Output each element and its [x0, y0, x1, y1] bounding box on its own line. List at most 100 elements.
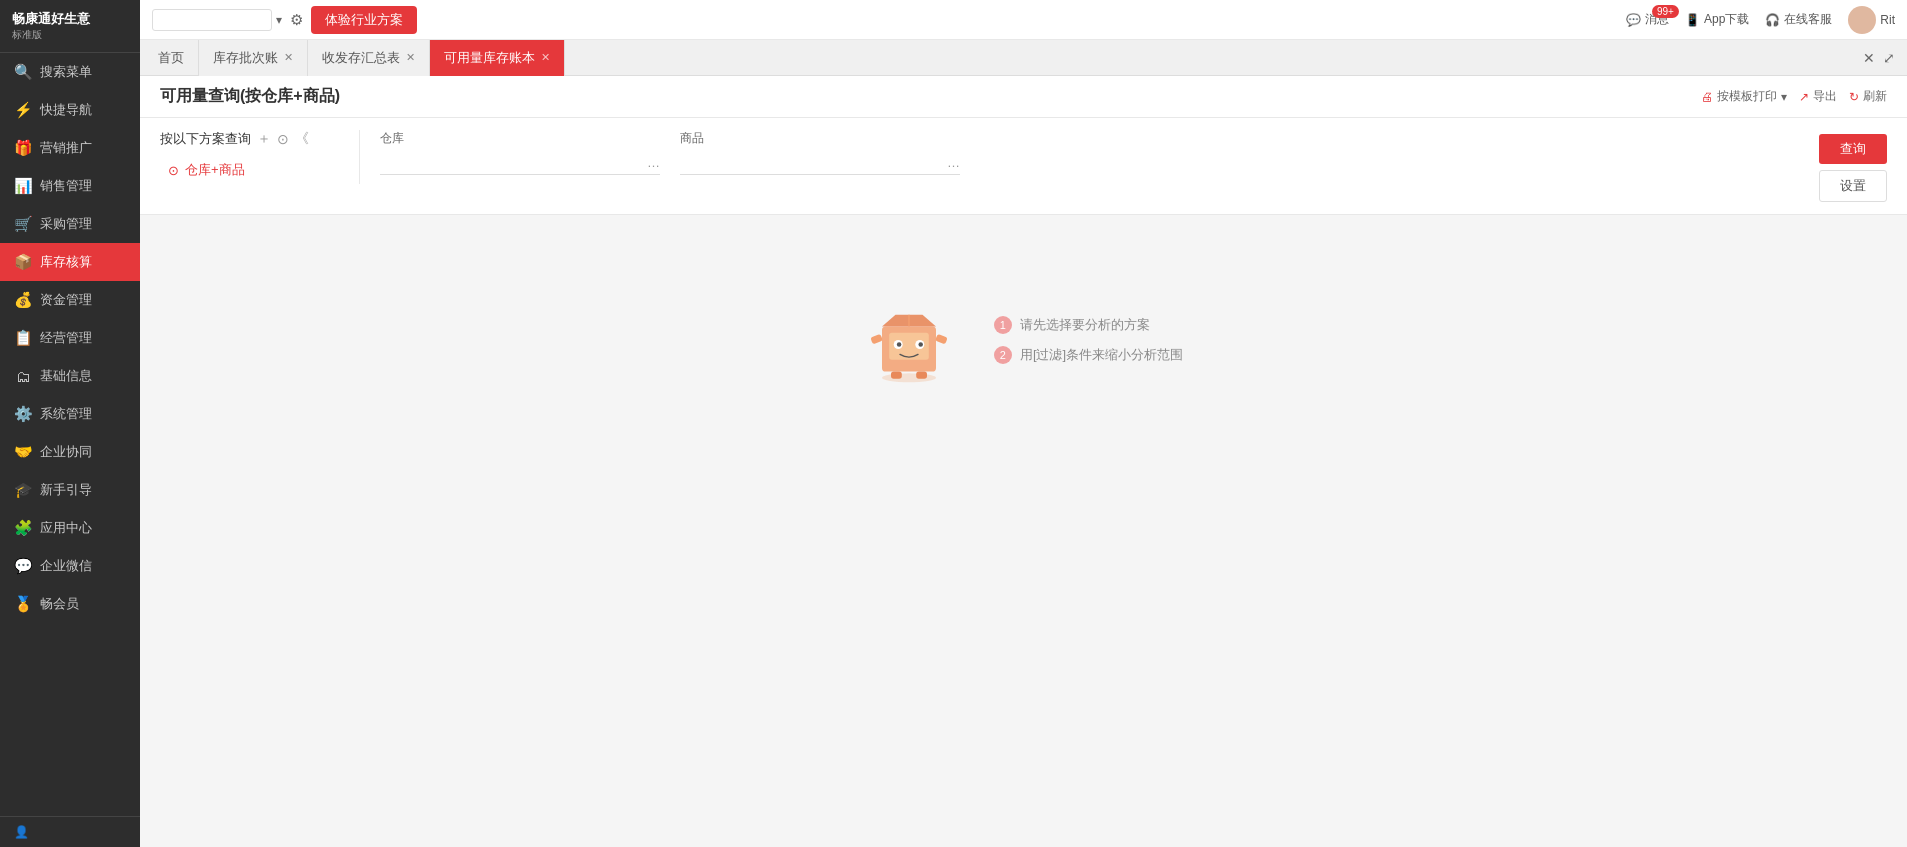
- refresh-action[interactable]: ↻ 刷新: [1849, 88, 1887, 105]
- topbar-search-input[interactable]: [152, 9, 272, 31]
- product-input-wrapper: …: [680, 151, 960, 175]
- warehouse-more-icon[interactable]: …: [647, 155, 660, 170]
- empty-state-row: 1 请先选择要分析的方案 2 用[过滤]条件来缩小分析范围: [864, 295, 1183, 385]
- sidebar-scroll: 🔍 搜索菜单 ⚡快捷导航🎁营销推广📊销售管理🛒采购管理📦库存核算 💰 资金管理 📋经营管理…: [0, 53, 140, 816]
- brand-name: 畅康通好生意: [12, 10, 128, 28]
- svg-point-6: [918, 342, 923, 347]
- app-download-icon: 📱: [1685, 13, 1700, 27]
- print-dropdown-icon[interactable]: ▾: [1781, 90, 1787, 104]
- topbar: ▾ ⚙ 体验行业方案 💬 消息 99+ 📱 App下载 🎧 在线客服 Rit: [140, 0, 1907, 40]
- main-area: ▾ ⚙ 体验行业方案 💬 消息 99+ 📱 App下载 🎧 在线客服 Rit: [140, 0, 1907, 847]
- sidebar-item-finance[interactable]: 💰 资金管理: [0, 281, 140, 319]
- sidebar-item-inventory[interactable]: 📦库存核算: [0, 243, 140, 281]
- sidebar-item-system[interactable]: ⚙️系统管理: [0, 395, 140, 433]
- tab-home[interactable]: 首页: [144, 40, 199, 76]
- sidebar-item-apps[interactable]: 🧩应用中心: [0, 509, 140, 547]
- scheme-warehouse-product[interactable]: ⊙ 仓库+商品: [160, 156, 347, 184]
- page-header-actions: 🖨 按模板打印 ▾ ↗ 导出 ↻ 刷新: [1701, 88, 1887, 105]
- brand-sub: 标准版: [12, 28, 128, 42]
- sidebar-item-marketing[interactable]: 🎁营销推广: [0, 129, 140, 167]
- svg-rect-11: [935, 334, 948, 344]
- scheme-label-text: 仓库+商品: [185, 161, 245, 179]
- tab-receipt-summary-label: 收发存汇总表: [322, 49, 400, 67]
- tab-available-ledger-close[interactable]: ✕: [541, 51, 550, 64]
- print-action[interactable]: 🖨 按模板打印 ▾: [1701, 88, 1787, 105]
- sidebar-item-newbie[interactable]: 🎓新手引导: [0, 471, 140, 509]
- settings-gear-icon[interactable]: ⚙: [290, 11, 303, 29]
- headset-icon: 🎧: [1765, 13, 1780, 27]
- collapse-scheme-icon[interactable]: 《: [295, 130, 309, 148]
- tab-available-ledger[interactable]: 可用量库存账本 ✕: [430, 40, 565, 76]
- filter-actions: 查询 设置: [1819, 130, 1887, 202]
- tab-batch-ledger[interactable]: 库存批次账 ✕: [199, 40, 308, 76]
- warehouse-label: 仓库: [380, 130, 660, 147]
- home-label: 首页: [158, 49, 184, 67]
- username-text: Rit: [1880, 13, 1895, 27]
- sidebar-item-label: 搜索菜单: [40, 63, 92, 81]
- sidebar-item-sales[interactable]: 📊销售管理: [0, 167, 140, 205]
- print-label: 按模板打印: [1717, 88, 1777, 105]
- setting-button[interactable]: 设置: [1819, 170, 1887, 202]
- settings-scheme-icon[interactable]: ⊙: [277, 131, 289, 147]
- topbar-dropdown-icon[interactable]: ▾: [276, 13, 282, 27]
- sidebar-item-label: 系统管理: [40, 405, 92, 423]
- tip-text-2: 用[过滤]条件来缩小分析范围: [1020, 346, 1183, 364]
- export-icon: ↗: [1799, 90, 1809, 104]
- product-label: 商品: [680, 130, 960, 147]
- newbie-icon: 🎓: [14, 481, 32, 499]
- sidebar-item-search[interactable]: 🔍 搜索菜单: [0, 53, 140, 91]
- message-item[interactable]: 💬 消息 99+: [1626, 11, 1669, 28]
- sidebar-item-label: 营销推广: [40, 139, 92, 157]
- user-profile-item[interactable]: Rit: [1848, 6, 1895, 34]
- sidebar-item-shortcut[interactable]: ⚡快捷导航: [0, 91, 140, 129]
- topbar-right: 💬 消息 99+ 📱 App下载 🎧 在线客服 Rit: [1626, 6, 1895, 34]
- industry-solution-button[interactable]: 体验行业方案: [311, 6, 417, 34]
- member-icon: 🏅: [14, 595, 32, 613]
- sidebar-item-basic[interactable]: 🗂基础信息: [0, 357, 140, 395]
- tabs-controls: ✕ ⤢: [1855, 50, 1903, 66]
- sidebar-header: 畅康通好生意 标准版: [0, 0, 140, 53]
- empty-state-illustration: [864, 295, 954, 385]
- wechat-icon: 💬: [14, 557, 32, 575]
- app-download-item[interactable]: 📱 App下载: [1685, 11, 1749, 28]
- sidebar-item-label: 企业协同: [40, 443, 92, 461]
- sidebar-item-label: 资金管理: [40, 291, 92, 309]
- sidebar-item-operations[interactable]: 📋经营管理: [0, 319, 140, 357]
- sidebar-item-purchase[interactable]: 🛒采购管理: [0, 205, 140, 243]
- product-more-icon[interactable]: …: [947, 155, 960, 170]
- sidebar-item-label: 经营管理: [40, 329, 92, 347]
- product-field: 商品 …: [680, 130, 960, 175]
- tab-receipt-summary-close[interactable]: ✕: [406, 51, 415, 64]
- tip-text-1: 请先选择要分析的方案: [1020, 316, 1150, 334]
- sidebar-item-enterprise[interactable]: 🤝 企业协同: [0, 433, 140, 471]
- sidebar-item-label: 销售管理: [40, 177, 92, 195]
- sidebar-item-member[interactable]: 🏅 畅会员: [0, 585, 140, 623]
- expand-tab-icon[interactable]: ⤢: [1883, 50, 1895, 66]
- tab-batch-ledger-close[interactable]: ✕: [284, 51, 293, 64]
- tip-num-1: 1: [994, 316, 1012, 334]
- warehouse-field: 仓库 …: [380, 130, 660, 175]
- shortcut-icon: ⚡: [14, 101, 32, 119]
- tab-receipt-summary[interactable]: 收发存汇总表 ✕: [308, 40, 430, 76]
- scheme-label: 按以下方案查询: [160, 130, 251, 148]
- refresh-label: 刷新: [1863, 88, 1887, 105]
- svg-rect-9: [916, 372, 927, 379]
- query-button[interactable]: 查询: [1819, 134, 1887, 164]
- finance-icon: 💰: [14, 291, 32, 309]
- close-tab-icon[interactable]: ✕: [1863, 50, 1875, 66]
- tab-batch-ledger-label: 库存批次账: [213, 49, 278, 67]
- add-scheme-icon[interactable]: ＋: [257, 130, 271, 148]
- online-service-item[interactable]: 🎧 在线客服: [1765, 11, 1832, 28]
- sidebar-item-label: 应用中心: [40, 519, 92, 537]
- product-input[interactable]: [680, 155, 943, 170]
- sidebar: 畅康通好生意 标准版 🔍 搜索菜单 ⚡快捷导航🎁营销推广📊销售管理🛒采购管理📦库存核…: [0, 0, 140, 847]
- sidebar-item-wechat[interactable]: 💬企业微信: [0, 547, 140, 585]
- empty-state: 1 请先选择要分析的方案 2 用[过滤]条件来缩小分析范围: [140, 215, 1907, 465]
- sidebar-item-label: 畅会员: [40, 595, 79, 613]
- svg-rect-10: [870, 334, 883, 344]
- enterprise-icon: 🤝: [14, 443, 32, 461]
- warehouse-input[interactable]: [380, 155, 643, 170]
- tab-available-ledger-label: 可用量库存账本: [444, 49, 535, 67]
- search-icon: 🔍: [14, 63, 32, 81]
- export-action[interactable]: ↗ 导出: [1799, 88, 1837, 105]
